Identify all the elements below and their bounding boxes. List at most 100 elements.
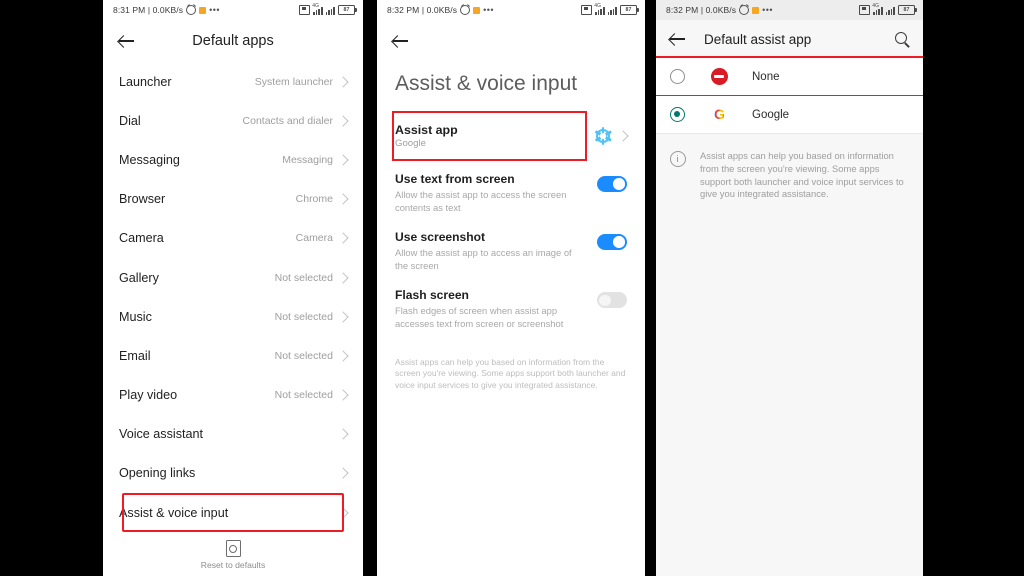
list-item-label: Gallery [119, 270, 159, 285]
signal-sim1-icon: 4G [872, 3, 883, 15]
app-bar [377, 20, 645, 62]
switch-texts: Use screenshot Allow the assist app to a… [395, 230, 597, 272]
alarm-icon [186, 5, 197, 15]
list-item-value: Contacts and dialer [242, 114, 333, 127]
status-clock: 8:32 PM | 0.0KB/s [387, 5, 458, 15]
signal-sim2-icon [885, 6, 895, 15]
switch-row-use-text-from-screen[interactable]: Use text from screen Allow the assist ap… [395, 156, 627, 214]
back-arrow-icon[interactable] [117, 31, 137, 51]
page-title: Default assist app [704, 31, 812, 47]
status-bar-left: 8:32 PM | 0.0KB/s ••• [387, 5, 494, 15]
signal-sim2-icon [607, 6, 617, 15]
phone-screen-default-apps: 8:31 PM | 0.0KB/s ••• 4G 87 Default apps… [103, 0, 363, 576]
chevron-right-icon [337, 115, 349, 127]
battery-icon: 87 [898, 5, 917, 15]
reset-to-defaults-label: Reset to defaults [200, 560, 266, 570]
none-block-icon [711, 68, 728, 85]
switch-texts: Flash screen Flash edges of screen when … [395, 288, 597, 330]
chevron-right-icon [337, 506, 349, 519]
more-notifications-icon: ••• [209, 5, 221, 15]
reset-to-defaults-button[interactable]: Reset to defaults [103, 540, 363, 570]
more-notifications-icon: ••• [762, 5, 774, 15]
reset-icon [225, 540, 241, 557]
assist-app-label: Assist app [395, 123, 458, 137]
list-item-value: Messaging [282, 153, 333, 166]
radio-none[interactable] [670, 69, 685, 84]
list-item-email[interactable]: Email Not selected [119, 336, 349, 375]
chevron-right-icon [337, 467, 349, 480]
status-bar-left: 8:31 PM | 0.0KB/s ••• [113, 5, 220, 15]
list-item-value: Camera [295, 232, 333, 245]
assist-app-option-none[interactable]: None [656, 56, 923, 97]
list-item-music[interactable]: Music Not selected [119, 297, 349, 336]
list-item-label: Opening links [119, 466, 196, 481]
list-item-opening-links[interactable]: Opening links [119, 454, 349, 493]
status-clock: 8:31 PM | 0.0KB/s [113, 5, 184, 15]
notification-square-icon [199, 6, 207, 14]
highlight-box-none-option [656, 56, 923, 97]
switch-texts: Use text from screen Allow the assist ap… [395, 172, 597, 214]
radio-google[interactable] [670, 107, 685, 122]
list-item-label: Assist & voice input [119, 505, 229, 520]
chevron-right-icon [337, 193, 349, 205]
chevron-right-icon [337, 271, 349, 284]
list-item-label: Email [119, 348, 151, 363]
assist-app-texts: Assist app Google [395, 123, 458, 149]
switch-subtitle: Allow the assist app to access the scree… [395, 189, 567, 213]
chevron-right-icon [337, 232, 349, 245]
app-bar: Default assist app [656, 20, 923, 58]
list-item-launcher[interactable]: Launcher System launcher [119, 62, 349, 101]
option-label: Google [752, 108, 790, 121]
switch-title: Use text from screen [395, 172, 515, 186]
assist-app-row[interactable]: Assist app Google [392, 111, 629, 161]
status-bar-right: 4G 87 [859, 3, 917, 15]
battery-icon: 87 [620, 5, 639, 15]
battery-icon: 87 [338, 5, 357, 15]
assist-apps-info-text: Assist apps can help you based on inform… [700, 150, 904, 200]
status-bar-right: 4G 87 [299, 3, 357, 15]
app-bar: Default apps [103, 20, 363, 62]
toggle-use-screenshot[interactable] [597, 234, 627, 251]
chevron-right-icon [617, 130, 629, 142]
toggle-use-text-from-screen[interactable] [597, 176, 627, 192]
list-item-label: Messaging [119, 152, 180, 167]
alarm-icon [460, 5, 471, 15]
list-item-dial[interactable]: Dial Contacts and dialer [119, 101, 349, 140]
option-label: None [752, 70, 780, 83]
assist-app-option-google[interactable]: G Google [656, 96, 923, 133]
switch-row-use-screenshot[interactable]: Use screenshot Allow the assist app to a… [395, 214, 627, 272]
notification-square-icon [473, 6, 481, 14]
list-item-value: Not selected [274, 271, 333, 284]
switch-title: Flash screen [395, 288, 469, 303]
list-item-browser[interactable]: Browser Chrome [119, 180, 349, 219]
status-bar: 8:31 PM | 0.0KB/s ••• 4G 87 [103, 0, 363, 20]
switch-row-flash-screen[interactable]: Flash screen Flash edges of screen when … [395, 272, 627, 330]
list-item-voice-assistant[interactable]: Voice assistant [119, 415, 349, 454]
switch-subtitle: Flash edges of screen when assist app ac… [395, 305, 564, 329]
page-title: Assist & voice input [395, 72, 578, 95]
list-item-assist-and-voice-input[interactable]: Assist & voice input [119, 493, 349, 533]
switch-title: Use screenshot [395, 230, 486, 245]
switch-subtitle: Allow the assist app to access an image … [395, 247, 572, 271]
list-item-camera[interactable]: Camera Camera [119, 219, 349, 258]
alarm-icon [739, 5, 750, 15]
list-item-value: Not selected [274, 310, 333, 323]
list-item-label: Browser [119, 192, 166, 207]
list-item-label: Voice assistant [119, 427, 204, 442]
list-item-value: Not selected [274, 349, 333, 362]
chevron-right-icon [337, 428, 349, 440]
back-arrow-icon[interactable] [668, 29, 688, 49]
list-item-messaging[interactable]: Messaging Messaging [119, 140, 349, 179]
notification-square-icon [752, 6, 760, 14]
settings-gear-icon[interactable] [594, 127, 612, 145]
list-item-play-video[interactable]: Play video Not selected [119, 376, 349, 415]
signal-sim2-icon [325, 6, 335, 15]
info-icon [670, 151, 686, 167]
screenshot-indicator-icon [859, 5, 871, 15]
list-item-gallery[interactable]: Gallery Not selected [119, 258, 349, 297]
toggle-flash-screen[interactable] [597, 292, 627, 309]
back-arrow-icon[interactable] [391, 31, 411, 51]
search-icon[interactable] [894, 31, 911, 48]
screenshot-stage: 8:31 PM | 0.0KB/s ••• 4G 87 Default apps… [0, 0, 1024, 576]
more-notifications-icon: ••• [483, 5, 495, 15]
